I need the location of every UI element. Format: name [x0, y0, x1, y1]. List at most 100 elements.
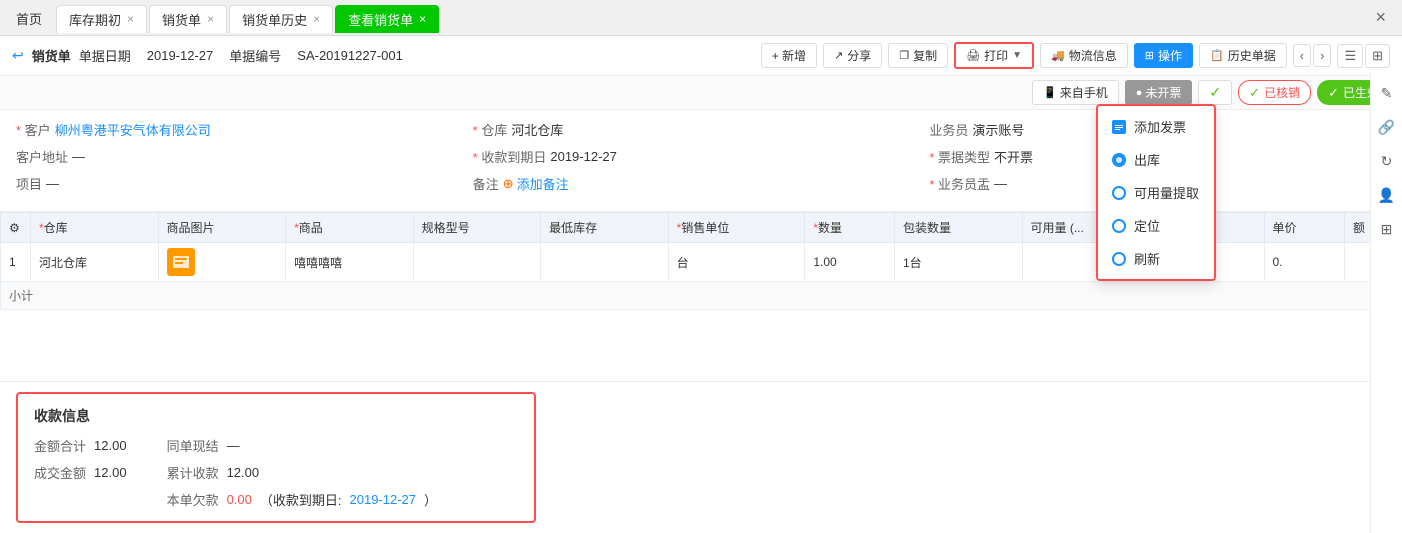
transaction-amount-item: 成交金额 12.00 [34, 463, 127, 482]
add-note-plus-icon: ⊕ [503, 176, 514, 192]
sidebar-grid-icon[interactable]: ⊞ [1374, 216, 1400, 242]
bottom-panel: 收款信息 金额合计 12.00 成交金额 12.00 [0, 381, 1402, 533]
menu-add-invoice-label: 添加发票 [1134, 117, 1186, 136]
row-unit: 台 [668, 243, 805, 282]
receipt-col-2: 同单现结 — 累计收款 12.00 本单欠款 0.00 （收款到期日: 2019… [167, 436, 437, 509]
receipt-rows: 金额合计 12.00 成交金额 12.00 同单现结 — [34, 436, 518, 509]
menu-add-invoice[interactable]: 添加发票 [1098, 110, 1214, 143]
confirmed-button[interactable]: ✓ 已核销 [1238, 80, 1311, 105]
customer-value[interactable]: 柳州粤港平安气体有限公司 [55, 120, 211, 139]
confirmed-label: 已核销 [1264, 84, 1300, 101]
from-phone-label: 来自手机 [1060, 84, 1108, 101]
row-spec [413, 243, 541, 282]
nav-prev[interactable]: ‹ [1293, 44, 1311, 67]
ticket-type-value: 不开票 [994, 147, 1033, 166]
tab-inventory-close[interactable]: × [127, 12, 134, 26]
add-invoice-icon [1112, 120, 1126, 134]
tab-view-sales[interactable]: 查看销货单 × [335, 5, 439, 33]
row-unit-price: 0. [1264, 243, 1344, 282]
col-quantity: *数量 [805, 213, 895, 243]
operation-button[interactable]: ⊞ 操作 [1134, 43, 1193, 68]
copy-button-label: 复制 [913, 47, 937, 64]
history-button[interactable]: 📋 历史单据 [1199, 43, 1287, 68]
logistics-button[interactable]: 🚚 物流信息 [1040, 43, 1128, 68]
history-button-label: 历史单据 [1228, 47, 1276, 64]
arrears-note: （收款到期日: [260, 490, 342, 509]
same-order-label: 同单现结 [167, 436, 219, 455]
tab-sales-history[interactable]: 销货单历史 × [229, 5, 333, 33]
same-order-value: — [227, 438, 240, 453]
share-button[interactable]: ↗ 分享 [823, 43, 882, 68]
menu-available-qty[interactable]: 可用量提取 [1098, 176, 1214, 209]
operation-menu: 添加发票 出库 可用量提取 定位 刷新 [1096, 104, 1216, 281]
tab-inventory-label: 库存期初 [69, 10, 121, 29]
window-close-button[interactable]: × [1363, 7, 1398, 28]
tab-view-sales-close[interactable]: × [419, 12, 426, 26]
copy-button[interactable]: ❐ 复制 [888, 43, 948, 68]
refresh-icon [1112, 252, 1126, 266]
sidebar-edit-icon[interactable]: ✎ [1374, 80, 1400, 106]
doc-title-area: ↩ 销货单 单据日期 2019-12-27 单据编号 SA-20191227-0… [12, 46, 753, 65]
add-note-button[interactable]: ⊕ 添加备注 [503, 174, 569, 193]
out-warehouse-icon [1112, 153, 1126, 167]
row-quantity: 1.00 [805, 243, 895, 282]
col-product-img: 商品图片 [158, 213, 286, 243]
arrears-end: ） [424, 490, 437, 509]
arrears-item: 本单欠款 0.00 （收款到期日: 2019-12-27 ） [167, 490, 437, 509]
view-list[interactable]: ☰ [1337, 44, 1363, 68]
address-value: — [72, 149, 85, 164]
payment-date-field: 收款到期日 2019-12-27 [473, 147, 930, 166]
tab-inventory[interactable]: 库存期初 × [56, 5, 147, 33]
sidebar-user-icon[interactable]: 👤 [1374, 182, 1400, 208]
subtotal-row: 小计 [1, 282, 1402, 310]
same-order-item: 同单现结 — [167, 436, 437, 455]
tab-home[interactable]: 首页 [4, 5, 54, 33]
col-unit-price: 单价 [1264, 213, 1344, 243]
view-grid[interactable]: ⊞ [1365, 44, 1390, 68]
share-button-label: 分享 [847, 47, 871, 64]
view-icons: ☰ ⊞ [1337, 44, 1390, 68]
tab-sales[interactable]: 销货单 × [149, 5, 227, 33]
receipt-title: 收款信息 [34, 406, 518, 426]
col-min-stock: 最低库存 [541, 213, 669, 243]
receipt-col-1: 金额合计 12.00 成交金额 12.00 [34, 436, 127, 509]
new-button[interactable]: + 新增 [761, 43, 817, 68]
warehouse-value: 河北仓库 [511, 120, 563, 139]
print-button-label: 打印 [984, 47, 1008, 64]
cumulative-label: 累计收款 [167, 463, 219, 482]
sidebar-rotate-icon[interactable]: ↻ [1374, 148, 1400, 174]
col-warehouse: *仓库 [31, 213, 159, 243]
cumulative-item: 累计收款 12.00 [167, 463, 437, 482]
nav-next[interactable]: › [1313, 44, 1331, 67]
arrears-date: 2019-12-27 [350, 492, 417, 507]
payment-date-value: 2019-12-27 [550, 149, 617, 164]
row-min-stock [541, 243, 669, 282]
menu-out-warehouse[interactable]: 出库 [1098, 143, 1214, 176]
toolbar: ↩ 销货单 单据日期 2019-12-27 单据编号 SA-20191227-0… [0, 36, 1402, 76]
from-phone-button[interactable]: 📱 来自手机 [1032, 80, 1119, 105]
ticket-type-label: 票据类型 [929, 147, 990, 166]
total-amount-item: 金额合计 12.00 [34, 436, 127, 455]
sidebar-link-icon[interactable]: 🔗 [1374, 114, 1400, 140]
total-amount-label: 金额合计 [34, 436, 86, 455]
doc-icon: ↩ [12, 47, 24, 64]
not-open-button[interactable]: ● 未开票 [1125, 80, 1193, 105]
col-spec: 规格型号 [413, 213, 541, 243]
doc-date-label: 单据日期 [79, 46, 131, 65]
menu-refresh[interactable]: 刷新 [1098, 242, 1214, 275]
print-button[interactable]: 🖨 打印 ▼ [954, 42, 1034, 69]
col-pack-qty: 包装数量 [894, 213, 1022, 243]
tab-sales-close[interactable]: × [207, 12, 214, 26]
doc-meta: 单据日期 2019-12-27 单据编号 SA-20191227-001 [79, 46, 403, 65]
menu-locate[interactable]: 定位 [1098, 209, 1214, 242]
staff-label: 业务员 [929, 120, 968, 139]
project-field: 项目 — [16, 174, 473, 193]
tab-sales-history-close[interactable]: × [313, 12, 320, 26]
total-amount-value: 12.00 [94, 438, 127, 453]
note-label: 备注 [473, 174, 499, 193]
warehouse-field: 仓库 河北仓库 [473, 120, 930, 139]
row-seq: 1 [1, 243, 31, 282]
locate-icon [1112, 219, 1126, 233]
payment-date-label: 收款到期日 [473, 147, 547, 166]
row-warehouse: 河北仓库 [31, 243, 159, 282]
